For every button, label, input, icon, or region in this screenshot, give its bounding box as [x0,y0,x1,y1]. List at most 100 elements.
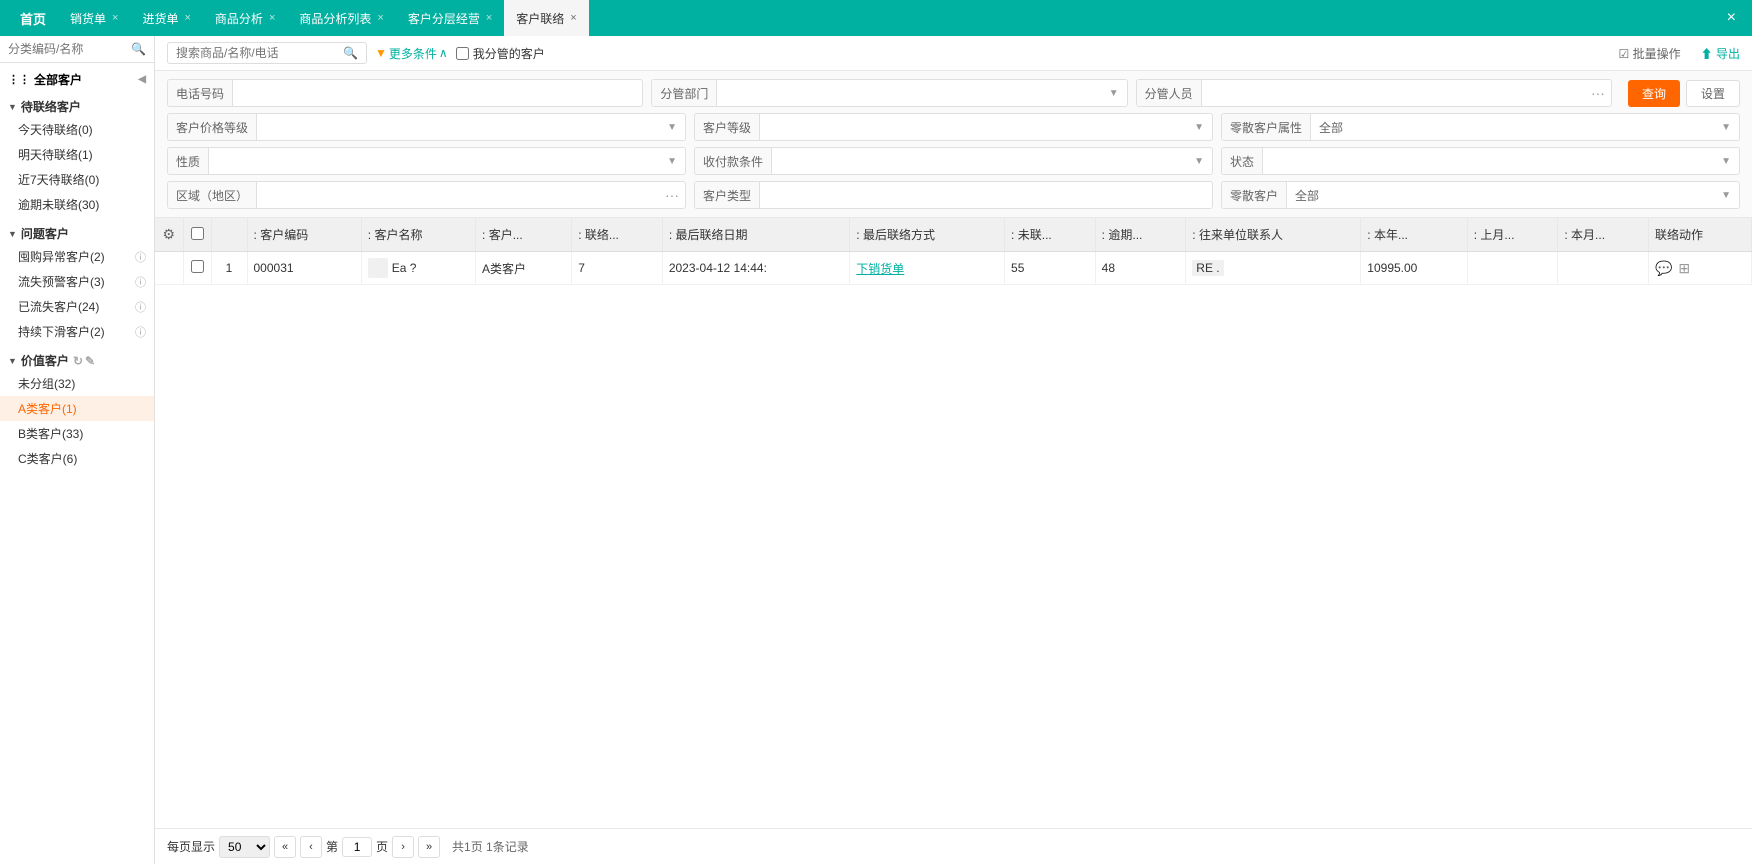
status-dropdown[interactable]: ▼ [1263,156,1739,167]
batch-op-button[interactable]: ☑ 批量操作 [1619,45,1681,62]
tomorrow-pending[interactable]: 明天待联络(1) [0,142,154,167]
advanced-filters: 电话号码 分管部门 ▼ 分管人员 ··· 查询 设置 [155,71,1752,218]
phone-input[interactable] [233,86,642,100]
close-goods-analysis-tab[interactable]: × [269,12,275,24]
row-checkbox[interactable] [191,260,204,273]
nav-sales[interactable]: 销货单 × [58,0,130,36]
customer-level-dropdown[interactable]: ▼ [760,122,1212,133]
all-customers-header[interactable]: ⋮⋮ 全部客户 ◀ [0,63,154,92]
close-customer-contact-tab[interactable]: × [570,12,576,24]
class-c-customers[interactable]: C类客户(6) [0,446,154,471]
edit-icon[interactable]: ✎ [85,354,95,368]
first-page-btn[interactable]: « [274,836,296,858]
region-input[interactable] [257,188,659,202]
price-level-dropdown[interactable]: ▼ [257,122,685,133]
export-icon: ⬆ [1701,47,1713,61]
row-action: 💬 ⊞ [1648,252,1751,285]
last-page-btn[interactable]: » [418,836,440,858]
refresh-icon[interactable]: ↻ [73,354,83,368]
last-method-link[interactable]: 下销货单 [856,262,904,276]
problem-customers-title[interactable]: ▼ 问题客户 [0,221,154,244]
grid-icon[interactable]: ⊞ [1678,260,1690,277]
status-label: 状态 [1222,148,1263,174]
content-area: 🔍 ▼ 更多条件 ∧ 我分管的客户 ☑ 批量操作 ⬆ 导出 [155,36,1752,864]
payment-dropdown[interactable]: ▼ [772,156,1212,167]
row-this-year: 10995.00 [1361,252,1467,285]
table-container: ⚙ : 客户编码 : 客户名称 [155,218,1752,828]
col-this-year: : 本年... [1361,218,1467,252]
my-customers-checkbox[interactable] [456,47,469,60]
churn-warning[interactable]: 流失预警客户(3) ⓘ [0,269,154,294]
search-button[interactable]: 查询 [1628,80,1680,107]
close-app-button[interactable]: × [1719,9,1744,27]
page-size-select[interactable]: 50 100 200 [219,836,270,858]
week-pending[interactable]: 近7天待联络(0) [0,167,154,192]
sidebar-search-input[interactable] [8,42,127,56]
row-contact: 7 [572,252,663,285]
price-level-filter: 客户价格等级 ▼ [167,113,686,141]
nav-customer-tier[interactable]: 客户分层经营 × [396,0,504,36]
manager-input[interactable] [1202,86,1585,100]
hoarding-abnormal[interactable]: 囤购异常客户(2) ⓘ [0,244,154,269]
close-customer-tier-tab[interactable]: × [486,12,492,24]
class-b-customers[interactable]: B类客户(33) [0,421,154,446]
sidebar: 🔍 ⋮⋮ 全部客户 ◀ ▼ 待联络客户 今天待联络(0) 明天待联络(1) 近7… [0,36,155,864]
region-more[interactable]: ··· [659,187,685,203]
row-level: A类客户 [476,252,572,285]
filter-row-4: 区域（地区） ··· 客户类型 零散客户 全部 ▼ [167,181,1740,209]
prev-page-btn[interactable]: ‹ [300,836,322,858]
close-purchase-tab[interactable]: × [184,12,190,24]
retail-attr-filter: 零散客户属性 全部 ▼ [1221,113,1740,141]
col-action: 联络动作 [1648,218,1751,252]
customer-type-input[interactable] [760,188,1212,202]
col-name: : 客户名称 [361,218,475,252]
my-customers-toggle[interactable]: 我分管的客户 [456,45,545,62]
pending-contact-title[interactable]: ▼ 待联络客户 [0,94,154,117]
row-last-method: 下销货单 [850,252,1005,285]
row-index: 1 [211,252,247,285]
churned[interactable]: 已流失客户(24) ⓘ [0,294,154,319]
retail-attr-caret: ▼ [1721,122,1731,133]
select-all-checkbox[interactable] [191,227,204,240]
col-not-contacted: : 未联... [1005,218,1096,252]
close-sales-tab[interactable]: × [112,12,118,24]
sidebar-search-icon[interactable]: 🔍 [131,42,146,56]
search-icon[interactable]: 🔍 [343,46,358,60]
unclassified[interactable]: 未分组(32) [0,371,154,396]
reset-button[interactable]: 设置 [1686,80,1740,107]
comment-icon[interactable]: 💬 [1655,260,1672,277]
nav-purchase[interactable]: 进货单 × [130,0,202,36]
nav-home[interactable]: 首页 [8,0,58,36]
filter-row-2: 客户价格等级 ▼ 客户等级 ▼ 零散客户属性 全部 [167,113,1740,141]
class-a-customers[interactable]: A类客户(1) [0,396,154,421]
pending-contact-section: ▼ 待联络客户 今天待联络(0) 明天待联络(1) 近7天待联络(0) 逾期未联… [0,92,154,219]
filter-row-1: 电话号码 分管部门 ▼ 分管人员 ··· 查询 设置 [167,79,1740,107]
overdue-pending[interactable]: 逾期未联络(30) [0,192,154,217]
export-button[interactable]: ⬆ 导出 [1701,45,1740,62]
filter-row-3: 性质 ▼ 收付款条件 ▼ 状态 [167,147,1740,175]
retail-customer-dropdown[interactable]: 全部 ▼ [1287,187,1739,204]
settings-icon[interactable]: ⚙ [162,226,175,242]
more-conditions-btn[interactable]: ▼ 更多条件 ∧ [375,45,448,62]
nav-customer-contact[interactable]: 客户联络 × [504,0,588,36]
total-count: 共1页 1条记录 [452,838,529,855]
retail-attr-dropdown[interactable]: 全部 ▼ [1311,119,1739,136]
col-settings: ⚙ [155,218,183,252]
row-name[interactable]: Ea ? [361,252,475,285]
nature-dropdown[interactable]: ▼ [209,156,685,167]
value-customers-title[interactable]: ▼ 价值客户 ↻ ✎ [0,348,154,371]
declining[interactable]: 持续下滑客户(2) ⓘ [0,319,154,344]
phone-filter: 电话号码 [167,79,643,107]
dept-filter: 分管部门 ▼ [651,79,1127,107]
today-pending[interactable]: 今天待联络(0) [0,117,154,142]
dept-dropdown[interactable]: ▼ [717,88,1126,99]
next-page-btn[interactable]: › [392,836,414,858]
filter-icon: ▼ [375,46,387,60]
manager-more[interactable]: ··· [1585,85,1611,101]
nav-goods-analysis[interactable]: 商品分析 × [203,0,287,36]
page-label: 第 [326,838,338,855]
close-goods-list-tab[interactable]: × [377,12,383,24]
search-input[interactable] [176,46,339,60]
page-input[interactable] [342,837,372,857]
nav-goods-list[interactable]: 商品分析列表 × [287,0,395,36]
